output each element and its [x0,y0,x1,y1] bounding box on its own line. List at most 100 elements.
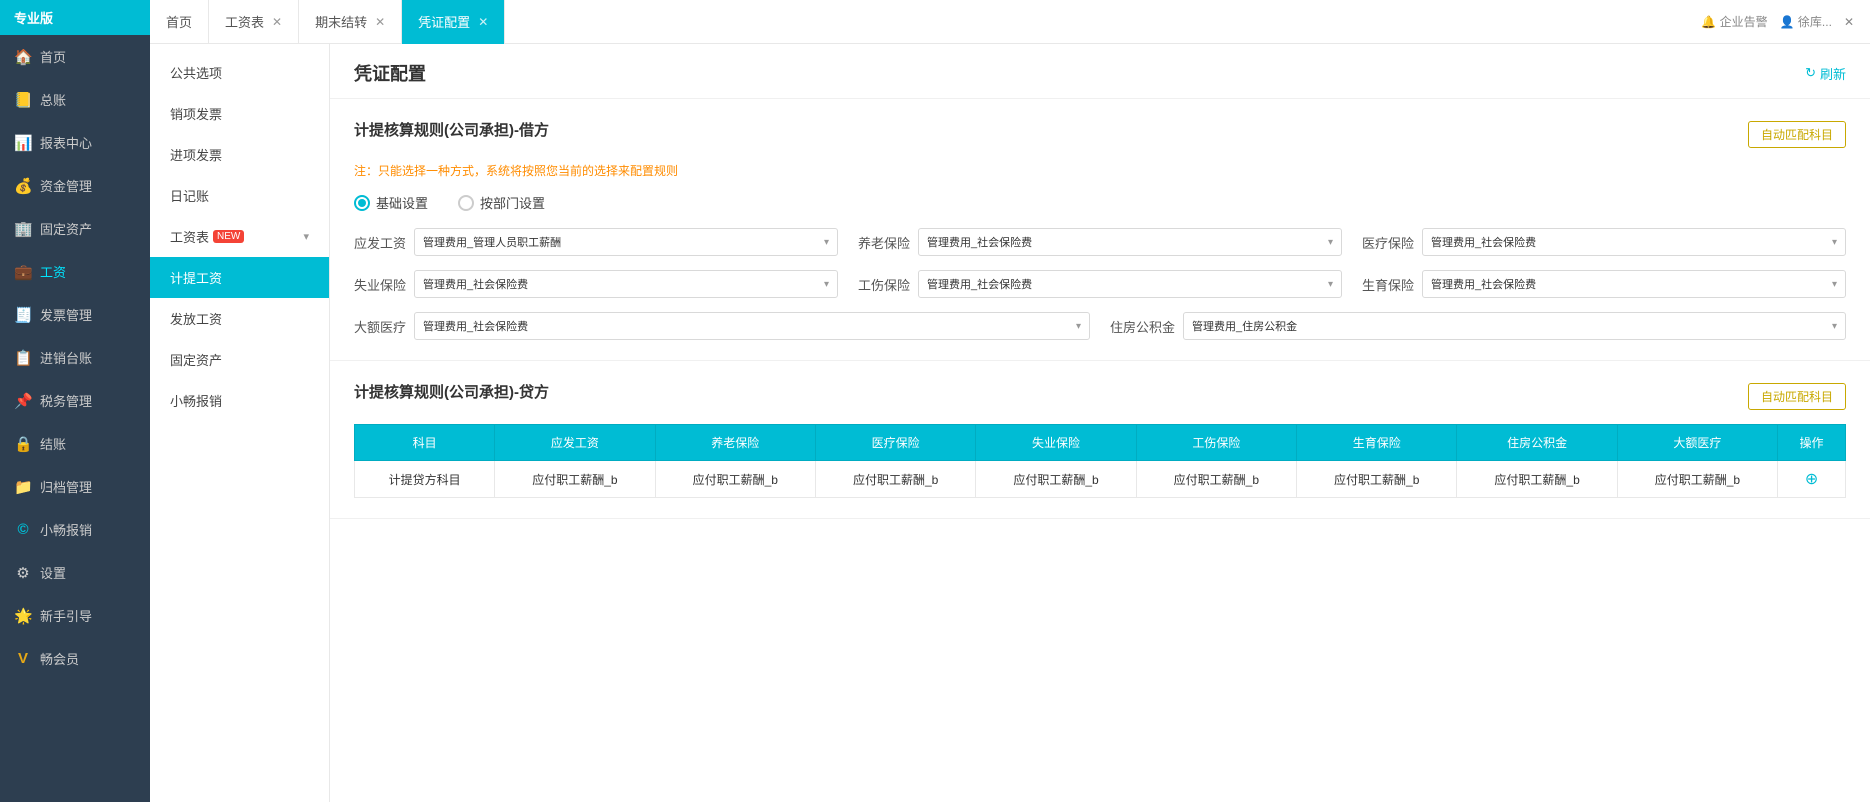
sidebar-item-member[interactable]: V 畅会员 [0,637,150,680]
guide-icon: 🌟 [14,607,32,625]
debit-section-note: 注：只能选择一种方式，系统将按照您当前的选择来配置规则 [354,162,1846,179]
field-shiye: 失业保险 管理费用_社会保险费 ▾ [354,270,838,298]
tab-payroll-close[interactable]: ✕ [272,15,282,29]
dropdown-arrow: ▾ [1328,237,1333,248]
user-info: 🔔 企业告警 [1701,13,1767,30]
field-zhufang-select[interactable]: 管理费用_住房公积金 ▾ [1183,312,1846,340]
tab-home[interactable]: 首页 [150,0,209,44]
left-nav-purchase-invoice[interactable]: 进项发票 [150,134,329,175]
sidebar-item-guide[interactable]: 🌟 新手引导 [0,594,150,637]
sidebar-item-tax[interactable]: 📌 税务管理 [0,379,150,422]
cell-action[interactable]: ⊕ [1778,461,1846,498]
field-zhufang-value: 管理费用_住房公积金 [1192,318,1297,334]
col-shengyu: 生育保险 [1297,425,1457,461]
field-daeliao-select[interactable]: 管理费用_社会保险费 ▾ [414,312,1090,340]
tab-closing[interactable]: 期末结转 ✕ [299,0,402,44]
left-nav-journal[interactable]: 日记账 [150,175,329,216]
refresh-button[interactable]: ↻ 刷新 [1805,64,1846,83]
ledger-icon: 📒 [14,91,32,109]
tab-closing-label: 期末结转 [315,12,367,31]
col-action: 操作 [1778,425,1846,461]
sidebar-item-closing[interactable]: 🔒 结账 [0,422,150,465]
sidebar-item-label: 税务管理 [40,391,92,410]
field-shiye-select[interactable]: 管理费用_社会保险费 ▾ [414,270,838,298]
field-shengyu: 生育保险 管理费用_社会保险费 ▾ [1362,270,1846,298]
left-nav-public[interactable]: 公共选项 [150,52,329,93]
sidebar-item-reports[interactable]: 📊 报表中心 [0,121,150,164]
field-yiliao-select[interactable]: 管理费用_社会保险费 ▾ [1422,228,1846,256]
tab-payroll[interactable]: 工资表 ✕ [209,0,299,44]
left-nav-sales-invoice[interactable]: 销项发票 [150,93,329,134]
cell-zhufang: 应付职工薪酬_b [1457,461,1617,498]
tab-closing-close[interactable]: ✕ [375,15,385,29]
field-yingfa-value: 管理费用_管理人员职工薪酬 [423,234,561,250]
sidebar-item-invoices[interactable]: 🧾 发票管理 [0,293,150,336]
sidebar-item-label: 小畅报销 [40,520,92,539]
sidebar-item-purchases[interactable]: 📋 进销台账 [0,336,150,379]
field-shiye-value: 管理费用_社会保险费 [423,276,528,292]
field-yiliao-value: 管理费用_社会保险费 [1431,234,1536,250]
sidebar-item-archive[interactable]: 📁 归档管理 [0,465,150,508]
payroll-icon: 💼 [14,263,32,281]
radio-department[interactable]: 按部门设置 [458,193,545,212]
field-yingfa-select[interactable]: 管理费用_管理人员职工薪酬 ▾ [414,228,838,256]
closing-icon: 🔒 [14,435,32,453]
sidebar-item-label: 新手引导 [40,606,92,625]
tab-voucher-config[interactable]: 凭证配置 ✕ [402,0,505,44]
tab-voucher-close[interactable]: ✕ [478,15,488,29]
field-shengyu-select[interactable]: 管理费用_社会保险费 ▾ [1422,270,1846,298]
left-nav-payroll-table[interactable]: 工资表 NEW ▾ [150,216,329,257]
col-gongshang: 工伤保险 [1136,425,1296,461]
sidebar-item-payroll[interactable]: 💼 工资 [0,250,150,293]
sidebar-item-label: 畅会员 [40,649,79,668]
sidebar-item-home[interactable]: 🏠 首页 [0,35,150,78]
col-yingfa: 应发工资 [495,425,655,461]
field-daeliao: 大额医疗 管理费用_社会保险费 ▾ [354,312,1090,340]
field-yanglao: 养老保险 管理费用_社会保险费 ▾ [858,228,1342,256]
credit-table: 科目 应发工资 养老保险 医疗保险 失业保险 工伤保险 生育保险 住房公积金 大… [354,424,1846,498]
top-bar-right: 🔔 企业告警 👤 徐库... ✕ [1701,13,1870,30]
close-window-btn[interactable]: ✕ [1844,15,1854,29]
cell-daeliao: 应付职工薪酬_b [1617,461,1777,498]
left-nav-payment-label: 发放工资 [170,309,222,328]
sidebar-item-label: 发票管理 [40,305,92,324]
dropdown-arrow: ▾ [1328,279,1333,290]
debit-auto-match-button[interactable]: 自动匹配科目 [1748,121,1846,148]
cell-gongshang: 应付职工薪酬_b [1136,461,1296,498]
field-zhufang-label: 住房公积金 [1110,317,1175,336]
field-gongshang-select[interactable]: 管理费用_社会保险费 ▾ [918,270,1342,298]
refresh-icon: ↻ [1805,65,1816,81]
debit-section: 计提核算规则(公司承担)-借方 自动匹配科目 注：只能选择一种方式，系统将按照您… [330,99,1870,361]
col-zhufang: 住房公积金 [1457,425,1617,461]
left-nav-accrual[interactable]: 计提工资 [150,257,329,298]
user-avatar: 👤 徐库... [1780,13,1832,30]
debit-section-title: 计提核算规则(公司承担)-借方 [354,119,549,140]
sidebar-item-label: 首页 [40,47,66,66]
radio-basic-label: 基础设置 [376,193,428,212]
credit-section-header: 计提核算规则(公司承担)-贷方 自动匹配科目 [354,381,1846,412]
chevron-down-icon: ▾ [303,230,309,243]
table-row: 计提贷方科目 应付职工薪酬_b 应付职工薪酬_b 应付职工薪酬_b 应付职工薪酬… [355,461,1846,498]
sidebar-item-settings[interactable]: ⚙ 设置 [0,551,150,594]
left-nav-fixed-assets[interactable]: 固定资产 [150,339,329,380]
dropdown-arrow: ▾ [824,279,829,290]
dropdown-arrow: ▾ [1832,321,1837,332]
dropdown-arrow: ▾ [1832,237,1837,248]
sidebar-item-funds[interactable]: 💰 资金管理 [0,164,150,207]
sidebar-item-xcreport[interactable]: © 小畅报销 [0,508,150,551]
tab-bar: 首页 工资表 ✕ 期末结转 ✕ 凭证配置 ✕ 🔔 企业告警 👤 徐库... ✕ [150,0,1870,44]
sidebar-item-ledger[interactable]: 📒 总账 [0,78,150,121]
sidebar-item-assets[interactable]: 🏢 固定资产 [0,207,150,250]
cell-shengyu: 应付职工薪酬_b [1297,461,1457,498]
content-area: 公共选项 销项发票 进项发票 日记账 工资表 NEW ▾ 计提工资 [150,44,1870,802]
field-yanglao-select[interactable]: 管理费用_社会保险费 ▾ [918,228,1342,256]
radio-basic[interactable]: 基础设置 [354,193,428,212]
sidebar-item-label: 归档管理 [40,477,92,496]
credit-auto-match-button[interactable]: 自动匹配科目 [1748,383,1846,410]
left-nav-purchase-invoice-label: 进项发票 [170,145,222,164]
left-nav-payment[interactable]: 发放工资 [150,298,329,339]
xcreport-icon: © [14,521,32,538]
left-nav-xc-report[interactable]: 小畅报销 [150,380,329,421]
cell-yiliao: 应付职工薪酬_b [815,461,975,498]
tax-icon: 📌 [14,392,32,410]
